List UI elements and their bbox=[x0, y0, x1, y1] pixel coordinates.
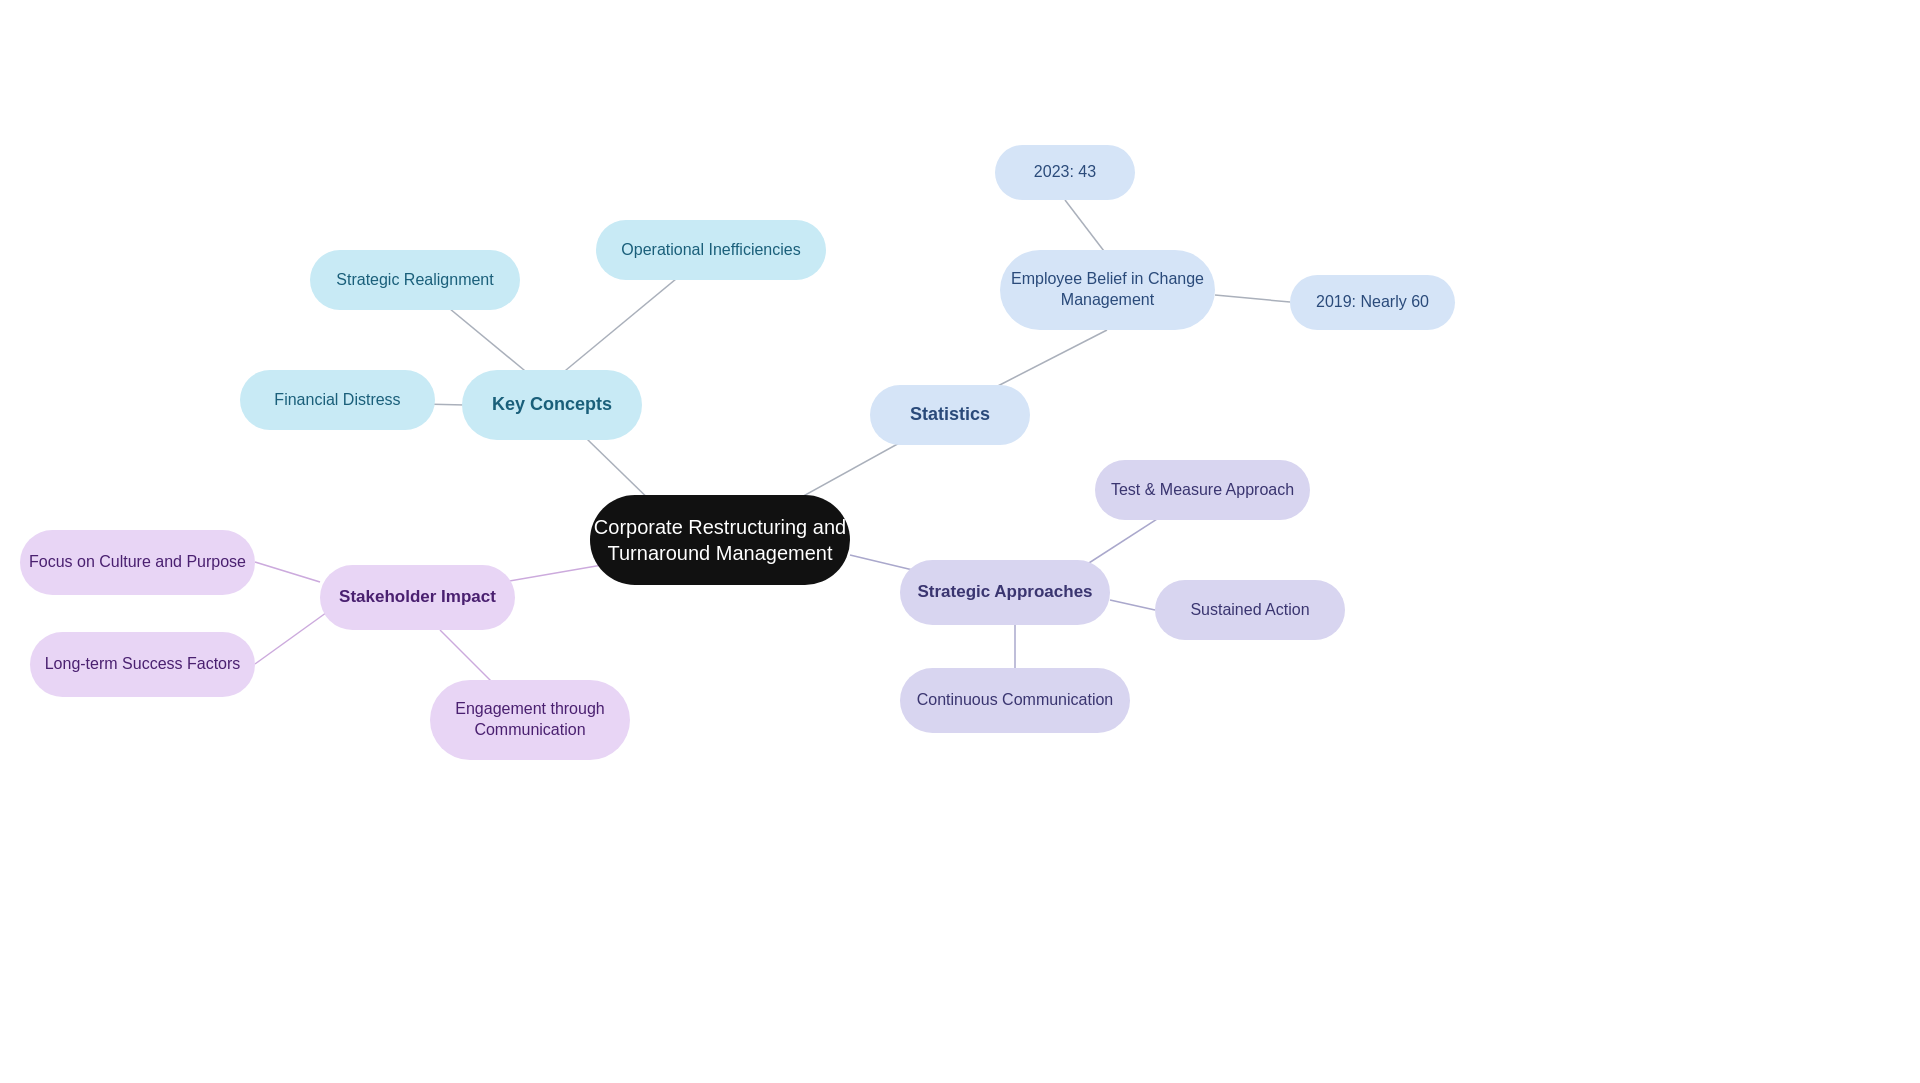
stakeholder-impact-node[interactable]: Stakeholder Impact bbox=[320, 565, 515, 630]
svg-line-7 bbox=[1215, 295, 1290, 302]
key-concepts-node[interactable]: Key Concepts bbox=[462, 370, 642, 440]
sustained-action-node[interactable]: Sustained Action bbox=[1155, 580, 1345, 640]
operational-inefficiencies-node[interactable]: Operational Inefficiencies bbox=[596, 220, 826, 280]
center-node[interactable]: Corporate Restructuring and Turnaround M… bbox=[590, 495, 850, 585]
stat-2023-node[interactable]: 2023: 43 bbox=[995, 145, 1135, 200]
engagement-communication-node[interactable]: Engagement through Communication bbox=[430, 680, 630, 760]
employee-belief-node[interactable]: Employee Belief in Change Management bbox=[1000, 250, 1215, 330]
svg-line-14 bbox=[1110, 600, 1155, 610]
financial-distress-node[interactable]: Financial Distress bbox=[240, 370, 435, 430]
svg-line-5 bbox=[990, 330, 1107, 390]
longterm-success-node[interactable]: Long-term Success Factors bbox=[30, 632, 255, 697]
focus-culture-node[interactable]: Focus on Culture and Purpose bbox=[20, 530, 255, 595]
continuous-communication-node[interactable]: Continuous Communication bbox=[900, 668, 1130, 733]
stat-2019-node[interactable]: 2019: Nearly 60 bbox=[1290, 275, 1455, 330]
svg-line-10 bbox=[255, 610, 330, 664]
strategic-realignment-node[interactable]: Strategic Realignment bbox=[310, 250, 520, 310]
test-measure-node[interactable]: Test & Measure Approach bbox=[1095, 460, 1310, 520]
svg-line-9 bbox=[255, 562, 320, 582]
statistics-node[interactable]: Statistics bbox=[870, 385, 1030, 445]
strategic-approaches-node[interactable]: Strategic Approaches bbox=[900, 560, 1110, 625]
svg-line-6 bbox=[1065, 200, 1107, 255]
